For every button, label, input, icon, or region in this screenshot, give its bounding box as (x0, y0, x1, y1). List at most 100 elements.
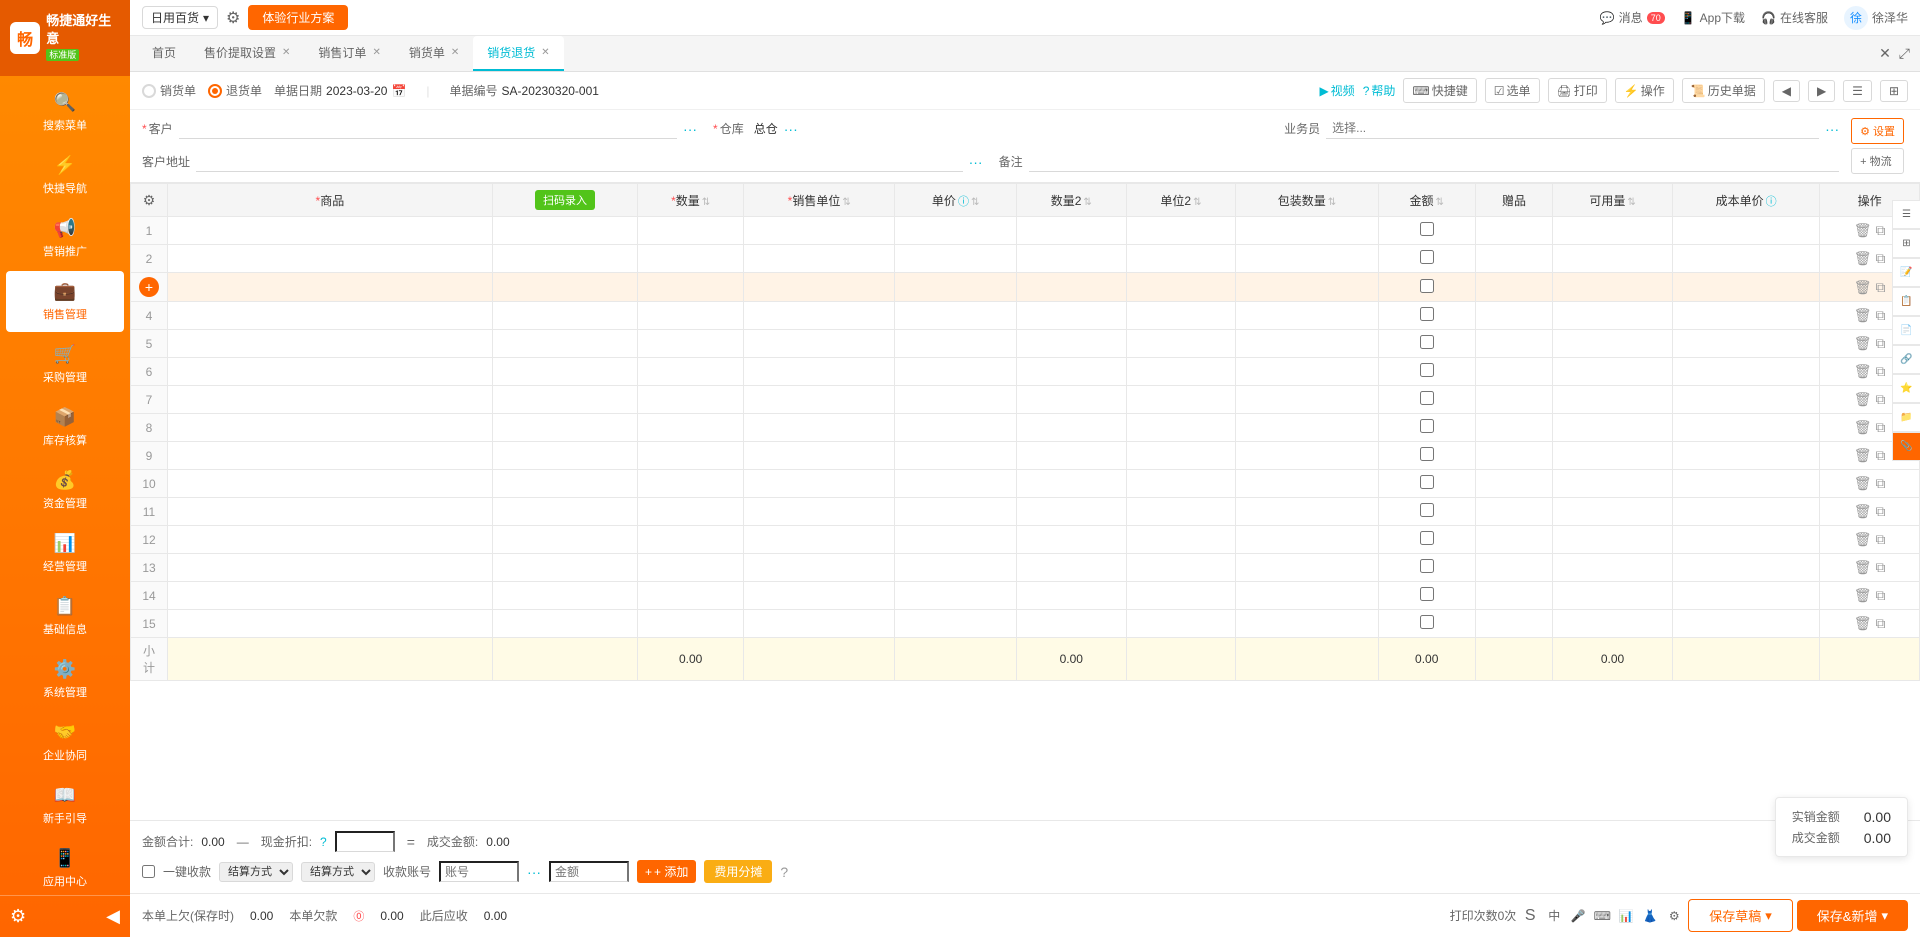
calendar-icon[interactable]: 📅 (391, 84, 406, 98)
delete-icon[interactable]: 🗑 (1854, 391, 1872, 407)
gift-checkbox-13[interactable] (1420, 559, 1434, 573)
sidebar-item-marketing[interactable]: 📢 营销推广 (6, 208, 124, 269)
cell-product-9[interactable] (168, 442, 493, 470)
cell-product-15[interactable] (168, 610, 493, 638)
gift-checkbox-3[interactable] (1420, 279, 1434, 293)
cell-product-11[interactable] (168, 498, 493, 526)
amount-input[interactable] (549, 861, 629, 882)
discount-input[interactable] (335, 831, 395, 852)
copy-icon[interactable]: ⧉ (1876, 503, 1886, 519)
gift-checkbox-4[interactable] (1420, 307, 1434, 321)
copy-icon[interactable]: ⧉ (1876, 391, 1886, 407)
radio-return[interactable]: 退货单 (208, 82, 262, 99)
customer-more-icon[interactable]: ··· (683, 121, 697, 137)
one-click-checkbox[interactable] (142, 865, 155, 878)
radio-sale[interactable]: 销货单 (142, 82, 196, 99)
online-service-item[interactable]: 🎧 在线客服 (1761, 9, 1828, 26)
sidebar-item-purchase[interactable]: 🛒 采购管理 (6, 334, 124, 395)
gift-checkbox-1[interactable] (1420, 222, 1434, 236)
right-panel-item-3[interactable]: 📝 (1892, 258, 1920, 287)
cell-product-10[interactable] (168, 470, 493, 498)
delete-icon[interactable]: 🗑 (1854, 615, 1872, 631)
copy-icon[interactable]: ⧉ (1876, 419, 1886, 435)
status-icon-4[interactable]: ⌨ (1592, 906, 1612, 926)
sidebar-item-business[interactable]: 📊 经营管理 (6, 523, 124, 584)
gift-checkbox-12[interactable] (1420, 531, 1434, 545)
gift-checkbox-2[interactable] (1420, 250, 1434, 264)
scan-button[interactable]: 扫码录入 (535, 190, 595, 210)
tab-sales-return[interactable]: 销货退货 ✕ (473, 36, 563, 71)
delete-icon[interactable]: 🗑 (1854, 363, 1872, 379)
warehouse-more-icon[interactable]: ··· (784, 121, 798, 137)
delete-icon[interactable]: 🗑 (1854, 250, 1872, 266)
cell-product-3[interactable] (168, 273, 493, 302)
history-btn[interactable]: 📜 历史单据 (1682, 78, 1765, 103)
user-item[interactable]: 徐 徐泽华 (1844, 6, 1908, 30)
save-draft-button[interactable]: 保存草稿 ▾ (1688, 899, 1793, 932)
product-input-3[interactable] (176, 280, 484, 294)
cell-product-13[interactable] (168, 554, 493, 582)
tab-home[interactable]: 首页 (138, 36, 190, 71)
trial-button[interactable]: 体验行业方案 (248, 5, 348, 30)
select-btn[interactable]: ☑ 选单 (1485, 78, 1540, 103)
delete-icon[interactable]: 🗑 (1854, 307, 1872, 323)
sidebar-item-search[interactable]: 🔍 搜索菜单 (6, 82, 124, 143)
gift-checkbox-8[interactable] (1420, 419, 1434, 433)
right-panel-item-1[interactable]: ☰ (1892, 200, 1920, 229)
copy-icon[interactable]: ⧉ (1876, 222, 1886, 238)
cell-product-5[interactable] (168, 330, 493, 358)
sidebar-item-shortcut[interactable]: ⚡ 快捷导航 (6, 145, 124, 206)
sidebar-item-basic[interactable]: 📋 基础信息 (6, 586, 124, 647)
calc-method-select[interactable]: 结算方式 (219, 862, 293, 882)
settings-action-btn[interactable]: ⚙ 设置 (1851, 118, 1904, 144)
close-icon[interactable]: ✕ (282, 47, 290, 58)
gift-checkbox-15[interactable] (1420, 615, 1434, 629)
add-row-button[interactable]: + (139, 277, 159, 297)
copy-icon[interactable]: ⧉ (1876, 587, 1886, 603)
cell-product-6[interactable] (168, 358, 493, 386)
single-debit-info[interactable]: ⓪ (353, 908, 364, 924)
header-gear-icon[interactable]: ⚙ (226, 8, 240, 28)
delete-icon[interactable]: 🗑 (1854, 587, 1872, 603)
gift-checkbox-7[interactable] (1420, 391, 1434, 405)
delete-icon[interactable]: 🗑 (1854, 559, 1872, 575)
gift-checkbox-11[interactable] (1420, 503, 1434, 517)
print-btn[interactable]: 🖨 打印 (1548, 78, 1607, 103)
address-more-icon[interactable]: ··· (969, 154, 983, 170)
copy-icon[interactable]: ⧉ (1876, 447, 1886, 463)
copy-icon[interactable]: ⧉ (1876, 250, 1886, 266)
notification-item[interactable]: 💬 消息 70 (1600, 9, 1665, 26)
right-panel-item-4[interactable]: 📋 (1892, 287, 1920, 316)
status-icon-5[interactable]: 📊 (1616, 906, 1636, 926)
cost-split-button[interactable]: 费用分摊 (704, 860, 772, 883)
status-icon-1[interactable]: S (1520, 906, 1540, 926)
next-btn[interactable]: ▶ (1808, 80, 1835, 102)
account-more-icon[interactable]: ··· (527, 864, 541, 880)
delete-icon[interactable]: 🗑 (1854, 222, 1872, 238)
tab-sales-delivery[interactable]: 销货单 ✕ (395, 36, 473, 71)
app-download-item[interactable]: 📱 App下载 (1681, 9, 1745, 26)
close-icon[interactable]: ✕ (451, 47, 459, 58)
gift-checkbox-9[interactable] (1420, 447, 1434, 461)
cell-product-2[interactable] (168, 245, 493, 273)
copy-icon[interactable]: ⧉ (1876, 531, 1886, 547)
status-icon-6[interactable]: 👗 (1640, 906, 1660, 926)
collapse-icon[interactable]: ◀ (106, 906, 120, 927)
module-selector[interactable]: 日用百货 ▾ (142, 6, 218, 29)
logistics-action-btn[interactable]: + 物流 (1851, 148, 1904, 174)
right-panel-item-9[interactable]: 📎 (1892, 432, 1920, 461)
right-panel-item-7[interactable]: ⭐ (1892, 374, 1920, 403)
delete-icon[interactable]: 🗑 (1854, 335, 1872, 351)
account-input[interactable] (439, 861, 519, 882)
note-input[interactable] (1029, 151, 1840, 172)
add-payment-button[interactable]: + + 添加 (637, 860, 696, 883)
view-list-btn[interactable]: ☰ (1843, 80, 1872, 102)
gift-checkbox-5[interactable] (1420, 335, 1434, 349)
copy-icon[interactable]: ⧉ (1876, 307, 1886, 323)
tab-sales-order[interactable]: 销售订单 ✕ (304, 36, 394, 71)
shortcut-btn[interactable]: ⌨ 快捷键 (1403, 78, 1476, 103)
tab-price-setting[interactable]: 售价提取设置 ✕ (190, 36, 304, 71)
staff-more-icon[interactable]: ··· (1825, 121, 1839, 137)
status-icon-2[interactable]: 中 (1544, 906, 1564, 926)
copy-icon[interactable]: ⧉ (1876, 559, 1886, 575)
